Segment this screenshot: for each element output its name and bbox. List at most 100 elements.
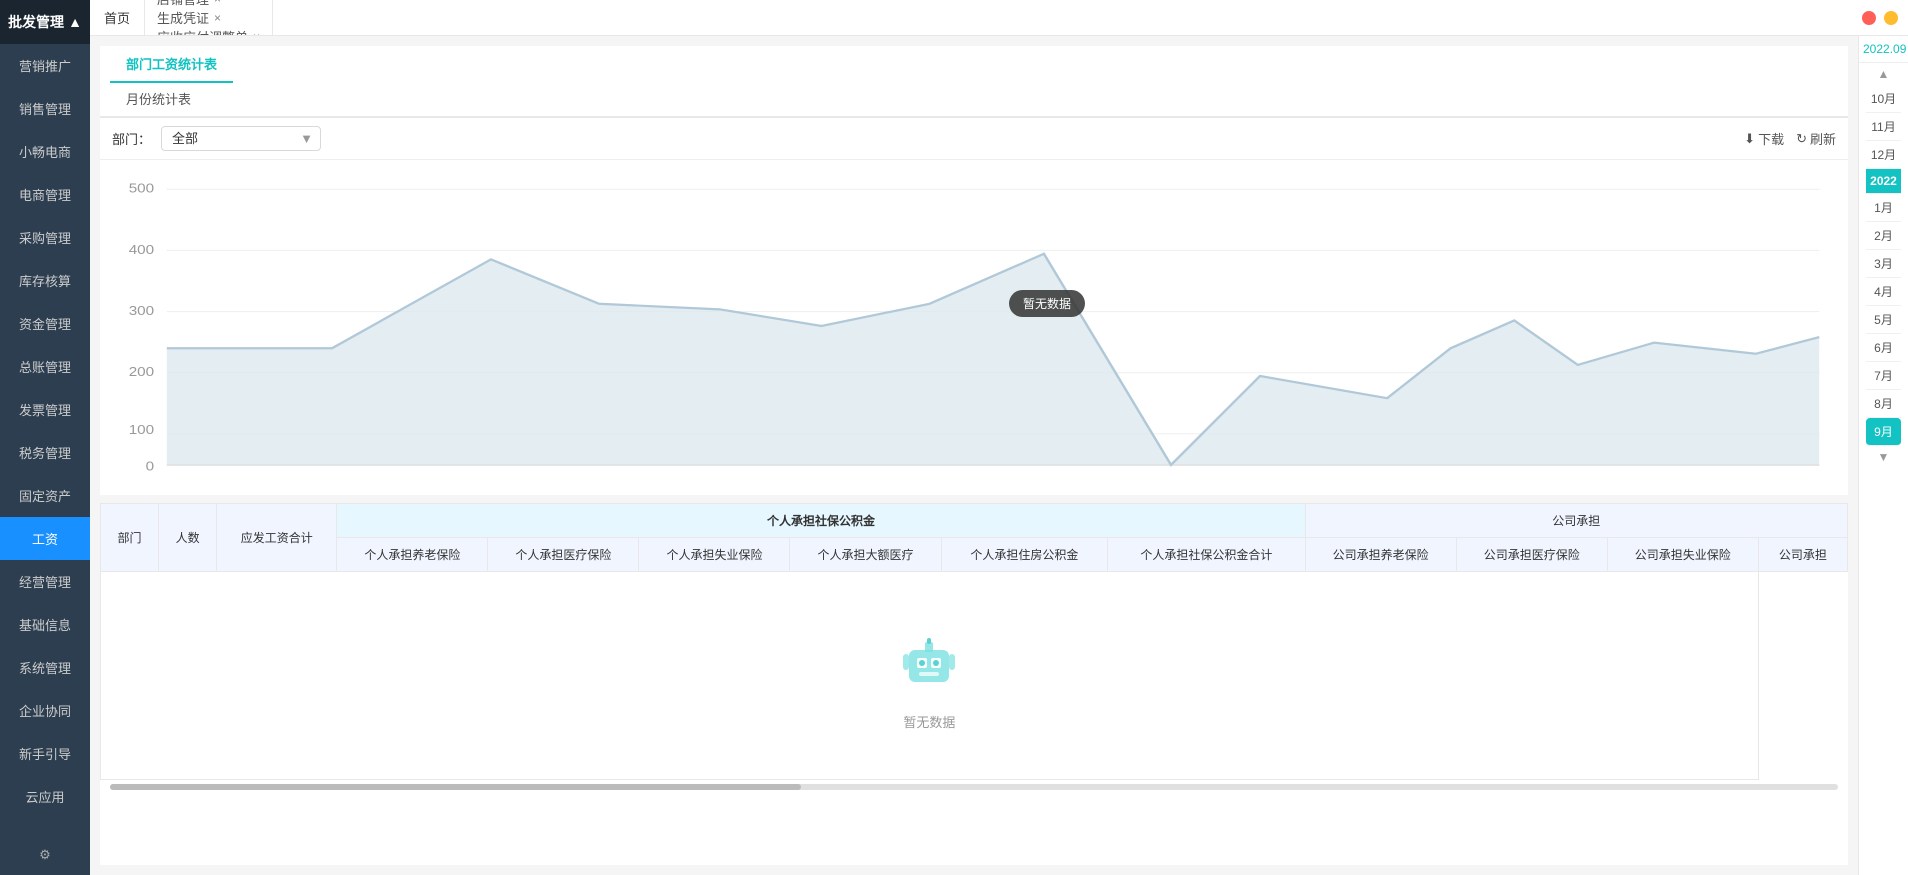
date-item-10月[interactable]: 10月 <box>1866 85 1901 113</box>
download-label: 下载 <box>1758 129 1784 148</box>
sidebar-item-purchase[interactable]: 采购管理 <box>0 216 90 259</box>
col-group-personal: 个人承担社保公积金 <box>337 504 1305 538</box>
horizontal-scrollbar[interactable] <box>110 784 1838 790</box>
sidebar-item-guide[interactable]: 新手引导 <box>0 732 90 775</box>
chart-container: 500 400 300 200 100 0 <box>100 160 1848 495</box>
date-scroll-up-button[interactable]: ▲ <box>1859 63 1908 85</box>
col-公司承担医疗保险: 公司承担医疗保险 <box>1456 538 1607 572</box>
date-item-6月[interactable]: 6月 <box>1866 334 1901 362</box>
refresh-button[interactable]: ↻ 刷新 <box>1796 129 1836 148</box>
payroll-chart: 500 400 300 200 100 0 <box>116 176 1832 476</box>
empty-icon <box>889 620 969 700</box>
sidebar-item-ecommerce[interactable]: 电商管理 <box>0 173 90 216</box>
col-个人承担住房公积金: 个人承担住房公积金 <box>941 538 1108 572</box>
dept-select[interactable]: 全部 销售部 财务部 人事部 采购部 <box>161 126 321 151</box>
window-controls <box>1852 11 1908 25</box>
toolbar: 部门： 全部 销售部 财务部 人事部 采购部 ▼ ⬇ <box>100 118 1848 160</box>
tab-ar-adj[interactable]: 应收应付调整单× <box>145 27 273 36</box>
date-item-7月[interactable]: 7月 <box>1866 362 1901 390</box>
inner-tabs: 部门工资统计表月份统计表 <box>100 46 1848 118</box>
sidebar-item-basic[interactable]: 基础信息 <box>0 603 90 646</box>
date-sidebar: 2022.09 ▲ 10月11月12月20221月2月3月4月5月6月7月8月9… <box>1858 36 1908 875</box>
date-current-display[interactable]: 2022.09 <box>1859 36 1908 63</box>
date-item-12月[interactable]: 12月 <box>1866 141 1901 169</box>
sidebar-item-payroll[interactable]: 工资 <box>0 517 90 560</box>
sidebar-item-invoice[interactable]: 发票管理 <box>0 388 90 431</box>
payroll-table: 部门 人数 应发工资合计 个人承担社保公积金 公司承担 个人承担养老保险个人承担… <box>100 503 1848 780</box>
toolbar-right: ⬇ 下载 ↻ 刷新 <box>1744 129 1836 148</box>
date-item-2月[interactable]: 2月 <box>1866 222 1901 250</box>
sidebar-item-cloud[interactable]: 云应用 <box>0 775 90 818</box>
sidebar-item-operations[interactable]: 经营管理 <box>0 560 90 603</box>
refresh-icon: ↻ <box>1796 131 1807 147</box>
tab-bar: 首页 门店商品目录×销售单×店铺管理×生成凭证×应收应付调整单×工资表×工资统计… <box>90 0 1908 36</box>
inner-tab-monthly[interactable]: 月份统计表 <box>110 81 233 118</box>
col-个人承担大额医疗: 个人承担大额医疗 <box>790 538 941 572</box>
sidebar-toggle-icon[interactable]: ▲ <box>68 14 82 30</box>
dept-label: 部门： <box>112 129 151 148</box>
tab-close-store-mgmt[interactable]: × <box>214 0 221 6</box>
page-area: 部门工资统计表月份统计表 部门： 全部 销售部 财务部 人事部 采购部 ▼ <box>90 36 1858 875</box>
sidebar-item-tax[interactable]: 税务管理 <box>0 431 90 474</box>
date-item-4月[interactable]: 4月 <box>1866 278 1901 306</box>
window-minimize-button[interactable] <box>1884 11 1898 25</box>
toolbar-left: 部门： 全部 销售部 财务部 人事部 采购部 ▼ <box>112 126 321 151</box>
col-group-company: 公司承担 <box>1305 504 1847 538</box>
date-item-3月[interactable]: 3月 <box>1866 250 1901 278</box>
scrollbar-thumb <box>110 784 801 790</box>
date-item-2022[interactable]: 2022 <box>1866 169 1901 194</box>
inner-tab-dept[interactable]: 部门工资统计表 <box>110 46 233 83</box>
svg-text:100: 100 <box>129 423 154 438</box>
sidebar-item-assets[interactable]: 固定资产 <box>0 474 90 517</box>
sidebar-item-enterprise[interactable]: 企业协同 <box>0 689 90 732</box>
svg-text:200: 200 <box>129 365 154 380</box>
main-area: 首页 门店商品目录×销售单×店铺管理×生成凭证×应收应付调整单×工资表×工资统计… <box>90 0 1908 875</box>
svg-text:300: 300 <box>129 304 154 319</box>
svg-text:500: 500 <box>129 181 154 196</box>
sidebar-item-system[interactable]: 系统管理 <box>0 646 90 689</box>
date-item-1月[interactable]: 1月 <box>1866 194 1901 222</box>
content-area: 部门工资统计表月份统计表 部门： 全部 销售部 财务部 人事部 采购部 ▼ <box>90 36 1908 875</box>
table-empty-state: 暂无数据 <box>101 572 1759 780</box>
sidebar-title: 批发管理 <box>8 12 64 32</box>
window-close-button[interactable] <box>1862 11 1876 25</box>
date-item-5月[interactable]: 5月 <box>1866 306 1901 334</box>
col-个人承担养老保险: 个人承担养老保险 <box>337 538 488 572</box>
sidebar: 批发管理 ▲ 营销推广销售管理小畅电商电商管理采购管理库存核算资金管理总账管理发… <box>0 0 90 875</box>
sidebar-header[interactable]: 批发管理 ▲ <box>0 0 90 44</box>
svg-text:0: 0 <box>146 459 155 474</box>
tab-produce-cert[interactable]: 生成凭证× <box>145 8 273 27</box>
col-公司承担失业保险: 公司承担失业保险 <box>1607 538 1758 572</box>
svg-text:400: 400 <box>129 243 154 258</box>
tab-store-mgmt[interactable]: 店铺管理× <box>145 0 273 8</box>
date-item-8月[interactable]: 8月 <box>1866 390 1901 418</box>
sidebar-item-sales[interactable]: 销售管理 <box>0 87 90 130</box>
tab-close-produce-cert[interactable]: × <box>214 11 221 25</box>
col-公司承担: 公司承担 <box>1758 538 1847 572</box>
settings-icon: ⚙ <box>39 847 51 862</box>
col-dept: 部门 <box>101 504 159 572</box>
tab-home[interactable]: 首页 <box>90 0 145 35</box>
col-公司承担养老保险: 公司承担养老保险 <box>1305 538 1456 572</box>
sidebar-item-ledger[interactable]: 总账管理 <box>0 345 90 388</box>
download-button[interactable]: ⬇ 下载 <box>1744 129 1784 148</box>
sidebar-footer-settings[interactable]: ⚙ <box>0 835 90 875</box>
col-headcount: 人数 <box>159 504 217 572</box>
col-total-salary: 应发工资合计 <box>217 504 337 572</box>
dept-select-wrapper: 全部 销售部 财务部 人事部 采购部 ▼ <box>161 126 321 151</box>
sidebar-item-inventory[interactable]: 库存核算 <box>0 259 90 302</box>
date-item-11月[interactable]: 11月 <box>1866 113 1901 141</box>
empty-text: 暂无数据 <box>903 712 955 731</box>
date-scroll-down-button[interactable]: ▼ <box>1859 446 1908 468</box>
col-个人承担失业保险: 个人承担失业保险 <box>639 538 790 572</box>
table-area[interactable]: 部门 人数 应发工资合计 个人承担社保公积金 公司承担 个人承担养老保险个人承担… <box>100 503 1848 865</box>
download-icon: ⬇ <box>1744 131 1755 147</box>
refresh-label: 刷新 <box>1810 129 1836 148</box>
sidebar-item-marketing[interactable]: 营销推广 <box>0 44 90 87</box>
col-个人承担社保公积金合计: 个人承担社保公积金合计 <box>1108 538 1306 572</box>
sidebar-item-ecommerce-small[interactable]: 小畅电商 <box>0 130 90 173</box>
empty-state-container: 暂无数据 <box>111 580 1748 771</box>
col-个人承担医疗保险: 个人承担医疗保险 <box>488 538 639 572</box>
sidebar-item-finance[interactable]: 资金管理 <box>0 302 90 345</box>
date-item-9月[interactable]: 9月 <box>1866 418 1901 446</box>
